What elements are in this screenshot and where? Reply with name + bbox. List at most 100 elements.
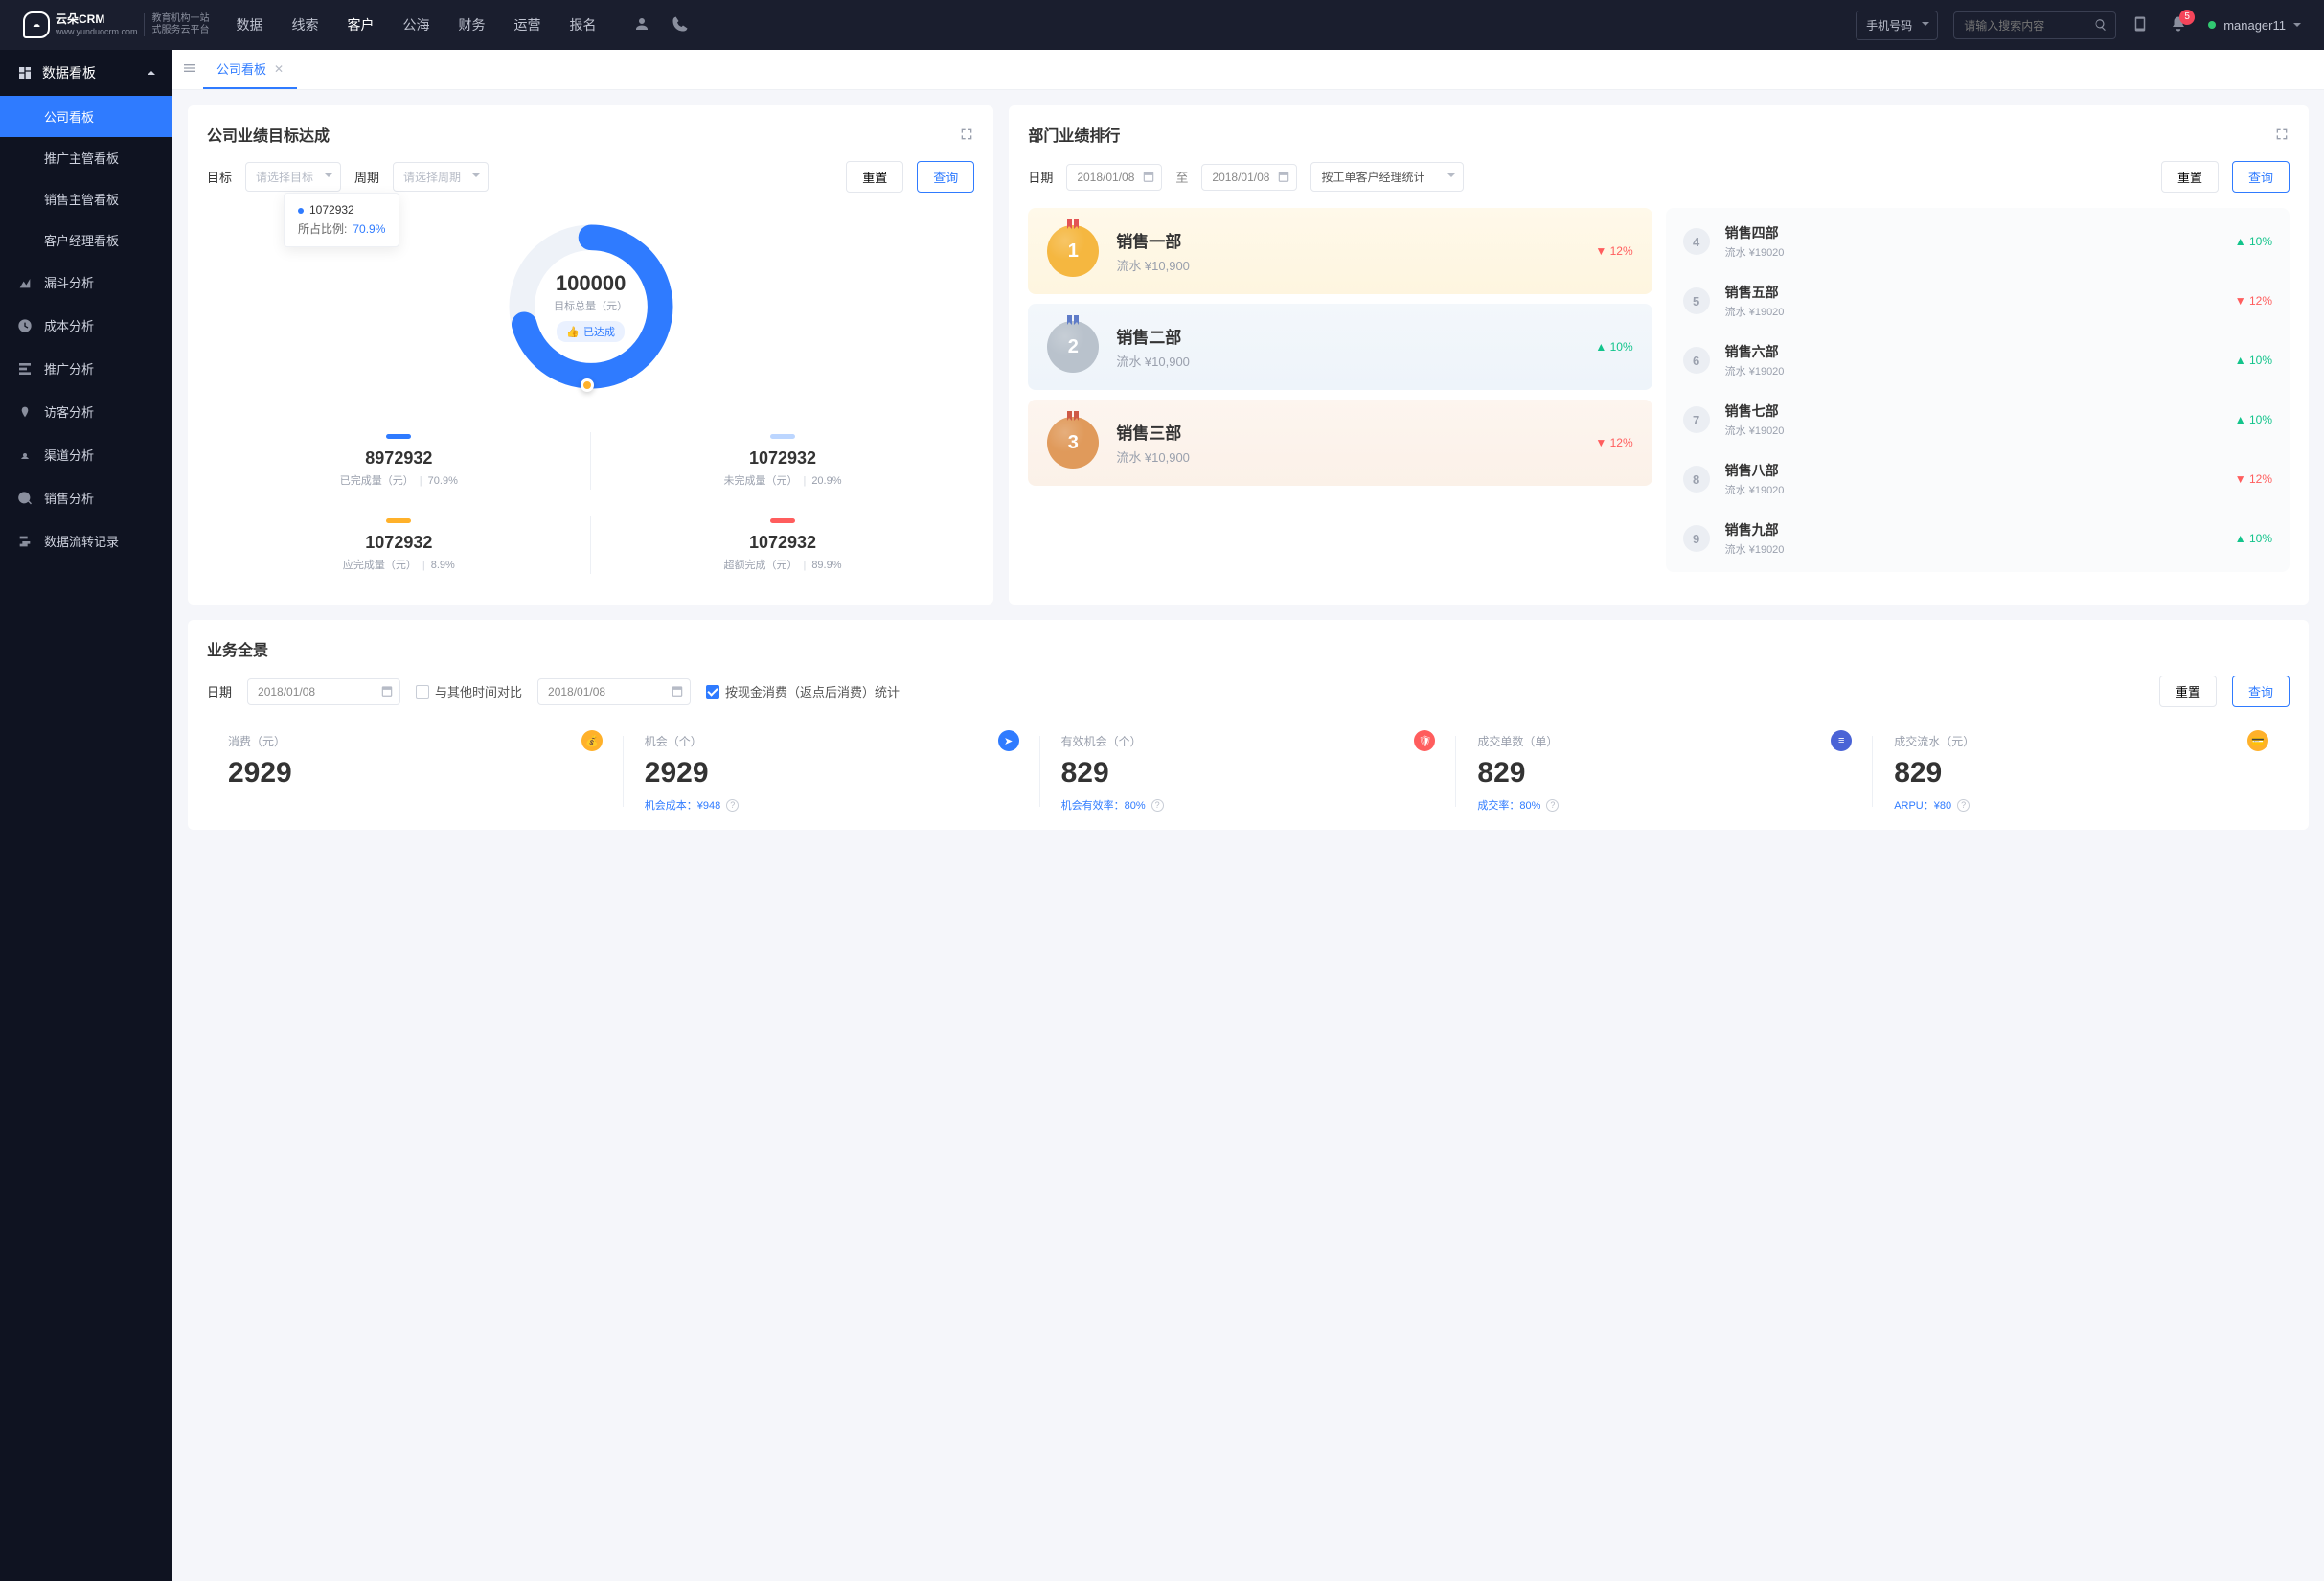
sidebar-item[interactable]: 客户经理看板 (0, 219, 172, 261)
rank-date-from[interactable]: 2018/01/08 (1066, 164, 1162, 191)
device-icon[interactable] (2131, 15, 2149, 35)
hamburger-icon[interactable] (182, 60, 197, 79)
search-input[interactable] (1964, 19, 2086, 33)
period-select[interactable]: 请选择周期 (393, 162, 489, 192)
reset-button[interactable]: 重置 (2161, 161, 2219, 193)
rank-date-to[interactable]: 2018/01/08 (1201, 164, 1297, 191)
brand-tagline-1: 教育机构一站 (152, 13, 210, 25)
search-type-select[interactable]: 手机号码 (1856, 11, 1938, 40)
user-menu[interactable]: manager11 (2208, 18, 2301, 33)
sidebar-link[interactable]: 成本分析 (0, 304, 172, 347)
nav-icon (17, 318, 33, 333)
tab-company-board[interactable]: 公司看板 ✕ (203, 50, 297, 89)
medal-icon: 2 (1047, 321, 1099, 373)
nav-icon (17, 447, 33, 463)
stat-cell: 8972932已完成量（元）|70.9% (207, 419, 591, 503)
help-icon[interactable]: ? (726, 799, 739, 812)
query-button[interactable]: 查询 (2232, 676, 2290, 707)
rank-top-card: 1销售一部流水 ¥10,900▼ 12% (1028, 208, 1652, 294)
tooltip-label: 所占比例: (298, 222, 347, 236)
sidebar-link[interactable]: 销售分析 (0, 476, 172, 519)
notification-badge: 5 (2179, 10, 2195, 25)
nav-link[interactable]: 线索 (292, 15, 319, 34)
sidebar-group-header[interactable]: 数据看板 (0, 50, 172, 96)
ov-date-label: 日期 (207, 682, 232, 700)
nav-link[interactable]: 数据 (237, 15, 263, 34)
stat-select[interactable]: 按工单客户经理统计 (1310, 162, 1464, 192)
stat-cell: 1072932应完成量（元）|8.9% (207, 503, 591, 587)
goal-label: 目标 (207, 168, 232, 186)
brand-logo: ☁ 云朵CRM www.yunduocrm.com 教育机构一站 式服务云平台 (23, 11, 210, 38)
cash-checkbox[interactable]: 按现金消费（返点后消费）统计 (706, 682, 900, 700)
help-icon[interactable]: ? (1151, 799, 1164, 812)
query-button[interactable]: 查询 (917, 161, 974, 193)
sidebar-link[interactable]: 推广分析 (0, 347, 172, 390)
rank-row: 5销售五部流水 ¥19020▼ 12% (1666, 271, 2290, 331)
sidebar-link[interactable]: 数据流转记录 (0, 519, 172, 562)
metric-cell: 机会（个）➤2929机会成本：¥948? (624, 730, 1040, 813)
chart-tooltip: 1072932 所占比例:70.9% (284, 193, 399, 247)
sidebar-group-label: 数据看板 (42, 63, 96, 82)
tooltip-value: 1072932 (309, 203, 354, 217)
metric-cell: 有效机会（个）🛡829机会有效率：80%? (1040, 730, 1457, 813)
nav-link[interactable]: 客户 (348, 15, 375, 34)
goal-select[interactable]: 请选择目标 (245, 162, 341, 192)
help-icon[interactable]: ? (1957, 799, 1970, 812)
rank-row: 4销售四部流水 ¥19020▲ 10% (1666, 212, 2290, 271)
user-icon[interactable] (633, 15, 650, 35)
reset-button[interactable]: 重置 (2159, 676, 2217, 707)
calendar-icon (380, 684, 394, 698)
reset-button[interactable]: 重置 (846, 161, 903, 193)
medal-icon: 3 (1047, 417, 1099, 469)
brand-name: 云朵CRM (56, 12, 104, 26)
donut-chart: 100000 目标总量（元） 👍已达成 (500, 216, 682, 398)
stat-cell: 1072932超额完成（元）|89.9% (591, 503, 975, 587)
notifications-button[interactable]: 5 (2170, 15, 2187, 35)
nav-link[interactable]: 报名 (570, 15, 597, 34)
search-icon[interactable] (2094, 18, 2108, 32)
rank-top-card: 2销售二部流水 ¥10,900▲ 10% (1028, 304, 1652, 390)
help-icon[interactable]: ? (1546, 799, 1559, 812)
nav-icon (17, 404, 33, 420)
sidebar-link[interactable]: 漏斗分析 (0, 261, 172, 304)
sidebar-item[interactable]: 推广主管看板 (0, 137, 172, 178)
tabs-bar: 公司看板 ✕ (172, 50, 2324, 90)
metric-icon: 🛡 (1414, 730, 1435, 751)
chart-badge: 👍已达成 (557, 321, 625, 342)
rank-top-card: 3销售三部流水 ¥10,900▼ 12% (1028, 400, 1652, 486)
chevron-up-icon (148, 67, 155, 75)
calendar-icon (671, 684, 684, 698)
sidebar-link[interactable]: 访客分析 (0, 390, 172, 433)
overview-title: 业务全景 (207, 637, 268, 660)
period-label: 周期 (354, 168, 379, 186)
rank-row: 7销售七部流水 ¥19020▲ 10% (1666, 390, 2290, 449)
nav-links: 数据 线索 客户 公海 财务 运营 报名 (237, 15, 597, 34)
nav-link[interactable]: 运营 (514, 15, 541, 34)
ov-date-1[interactable]: 2018/01/08 (247, 678, 400, 705)
close-icon[interactable]: ✕ (274, 62, 284, 76)
rank-row: 8销售八部流水 ¥19020▼ 12% (1666, 449, 2290, 509)
sidebar-item[interactable]: 公司看板 (0, 96, 172, 137)
compare-checkbox[interactable]: 与其他时间对比 (416, 682, 522, 700)
dashboard-icon (17, 65, 33, 80)
brand-tagline-2: 式服务云平台 (152, 25, 210, 36)
nav-link[interactable]: 财务 (459, 15, 486, 34)
query-button[interactable]: 查询 (2232, 161, 2290, 193)
sidebar-link[interactable]: 渠道分析 (0, 433, 172, 476)
ov-date-2[interactable]: 2018/01/08 (537, 678, 691, 705)
status-dot (2208, 21, 2216, 29)
chart-center-value: 100000 (556, 271, 626, 296)
sidebar-item[interactable]: 销售主管看板 (0, 178, 172, 219)
nav-link[interactable]: 公海 (403, 15, 430, 34)
phone-icon[interactable] (672, 15, 689, 35)
cloud-icon: ☁ (23, 11, 50, 38)
thumbs-up-icon: 👍 (566, 326, 580, 338)
sidebar: 数据看板 公司看板推广主管看板销售主管看板客户经理看板 漏斗分析成本分析推广分析… (0, 50, 172, 1581)
search-input-wrap (1953, 11, 2116, 39)
nav-icon (17, 491, 33, 506)
expand-icon[interactable] (2274, 126, 2290, 142)
expand-icon[interactable] (959, 126, 974, 142)
user-name: manager11 (2223, 18, 2286, 33)
nav-icon (17, 361, 33, 377)
goals-card: 公司业绩目标达成 目标 请选择目标 周期 请选择周期 重置 查询 (188, 105, 993, 605)
